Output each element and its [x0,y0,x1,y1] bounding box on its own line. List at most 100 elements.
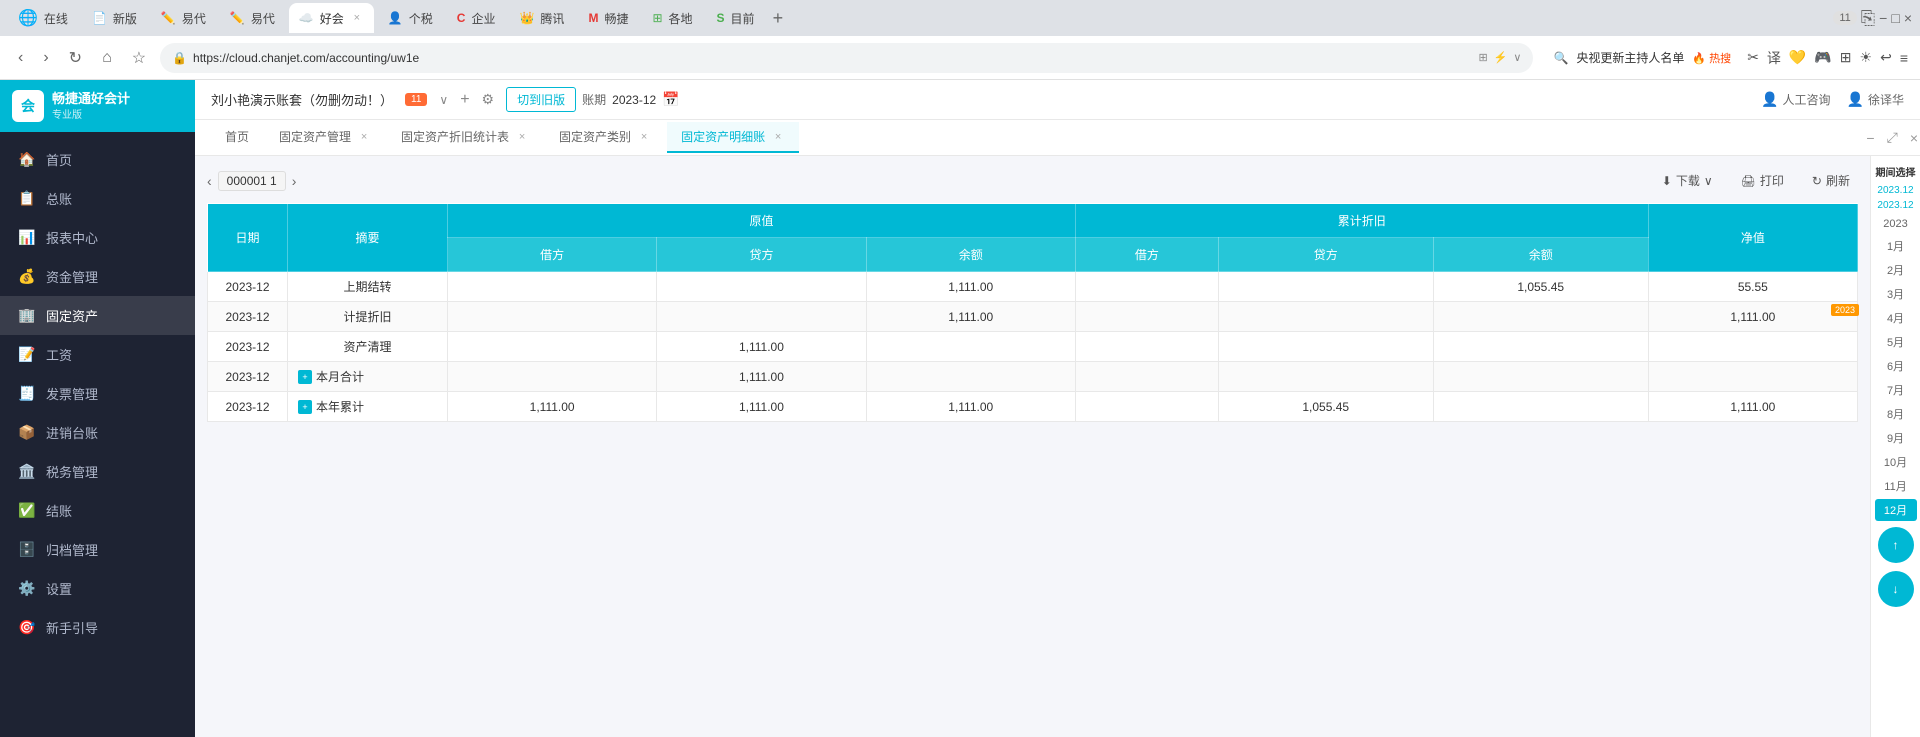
period-month-8[interactable]: 8月 [1875,403,1917,425]
cell-orig-credit [657,302,866,332]
close-category-tab[interactable]: × [637,130,651,144]
sidebar-item-finance[interactable]: 💰 资金管理 [0,257,195,296]
download-button[interactable]: ⬇ 下载 ∨ [1654,168,1721,193]
reload-button[interactable]: ↻ [63,46,88,70]
print-button[interactable]: 🖨 打印 [1733,168,1792,193]
undo-icon[interactable]: ↩ [1880,49,1892,66]
browser-tab-tencent[interactable]: 👑 腾讯 [509,3,574,33]
brightness-icon[interactable]: ☀ [1860,49,1873,66]
browser-tab-online[interactable]: 🌐 在线 [8,3,78,33]
address-bar[interactable]: 🔒 https://cloud.chanjet.com/accounting/u… [160,43,1533,73]
browser-tab-yidai2[interactable]: ✏️ 易代 [220,3,285,33]
back-button[interactable]: ‹ [12,47,29,69]
switch-version-button[interactable]: 切到旧版 [506,87,576,112]
sidebar-item-guide[interactable]: 🎯 新手引导 [0,608,195,647]
sidebar-label-ledger: 总账 [46,189,72,208]
add-company-button[interactable]: + [460,91,469,109]
tab-home[interactable]: 首页 [211,122,263,153]
scroll-up-button[interactable]: ↑ [1878,527,1914,563]
bookmark-button[interactable]: ☆ [126,46,152,70]
cell-orig-debit: 1,111.00 [448,392,657,422]
browser-tab-changjie[interactable]: M 畅捷 [578,3,638,33]
sidebar-item-home[interactable]: 🏠 首页 [0,140,195,179]
dropdown-chevron[interactable]: ∨ [439,93,448,107]
tax-icon: 🏛️ [18,463,36,481]
sidebar-item-archive[interactable]: 🗄️ 归档管理 [0,530,195,569]
tab-assets-category[interactable]: 固定资产类别 × [545,122,665,153]
tab-fixed-assets-mgmt[interactable]: 固定资产管理 × [265,122,385,153]
new-icon: 📄 [92,11,107,25]
period-month-4[interactable]: 4月 [1875,307,1917,329]
sidebar-item-invoice[interactable]: 🧾 发票管理 [0,374,195,413]
browser-tab-new[interactable]: 📄 新版 [82,3,147,33]
window-maximize[interactable]: □ [1891,10,1899,26]
close-detail-tab[interactable]: × [771,130,785,144]
period-month-9[interactable]: 9月 [1875,427,1917,449]
settings-btn[interactable]: ⚙ [482,91,495,108]
year-badge: 2023 [1831,304,1859,316]
scissors-icon[interactable]: ✂ [1747,49,1759,66]
browser-tab-haokuai[interactable]: ☁️ 好会 × [289,3,374,33]
hot-search-icon: 🔥 热搜 [1692,50,1731,66]
sidebar-item-payroll[interactable]: 📝 工资 [0,335,195,374]
sidebar-item-tax[interactable]: 🏛️ 税务管理 [0,452,195,491]
sidebar-logo: 会 畅捷通好会计 专业版 [0,80,195,132]
archive-icon: 🗄️ [18,541,36,559]
th-dep-debit: 借方 [1075,238,1218,272]
sidebar-item-general-ledger[interactable]: 📋 总账 [0,179,195,218]
close-depreciation-tab[interactable]: × [515,130,529,144]
period-year[interactable]: 2023 [1875,215,1917,233]
close-fixed-assets-tab[interactable]: × [357,130,371,144]
tab-close-haokuai[interactable]: × [350,11,364,25]
browser-tab-qiye[interactable]: C 企业 [447,3,506,33]
gamepad-icon[interactable]: 🎮 [1814,49,1831,66]
close-panel-icon[interactable]: × [1908,127,1920,148]
sidebar-item-fixed-assets[interactable]: 🏢 固定资产 [0,296,195,335]
window-close[interactable]: × [1904,10,1912,26]
forward-button[interactable]: › [37,47,54,69]
period-month-6[interactable]: 6月 [1875,355,1917,377]
home-button[interactable]: ⌂ [96,47,118,69]
new-tab-button[interactable]: + [769,8,788,29]
window-minimize[interactable]: − [1879,10,1887,26]
sidebar-label-guide: 新手引导 [46,618,98,637]
wallet-icon[interactable]: 💛 [1789,49,1806,66]
period-month-3[interactable]: 3月 [1875,283,1917,305]
browser-tab-gedi[interactable]: ⊞ 各地 [642,3,702,33]
period-month-11[interactable]: 11月 [1875,475,1917,497]
tab-list-icon[interactable]: ⎘ [1861,8,1875,29]
sidebar-item-settings[interactable]: ⚙️ 设置 [0,569,195,608]
sidebar-item-close-accounts[interactable]: ✅ 结账 [0,491,195,530]
sidebar-item-purchase-sales[interactable]: 📦 进销台账 [0,413,195,452]
tab-label: 各地 [669,10,693,27]
grid-icon[interactable]: ⊞ [1840,49,1852,66]
period-month-1[interactable]: 1月 [1875,235,1917,257]
minimize-icon[interactable]: − [1864,127,1876,148]
sidebar-item-reports[interactable]: 📊 报表中心 [0,218,195,257]
tab-assets-detail[interactable]: 固定资产明细账 × [667,122,799,153]
user-button[interactable]: 👤 徐译华 [1847,91,1904,108]
tab-depreciation-table[interactable]: 固定资产折旧统计表 × [387,122,543,153]
prev-page-button[interactable]: ‹ [207,173,212,189]
period-month-10[interactable]: 10月 [1875,451,1917,473]
period-month-7[interactable]: 7月 [1875,379,1917,401]
refresh-button[interactable]: ↻ 刷新 [1804,168,1858,193]
sidebar-label-close: 结账 [46,501,72,520]
period-month-12[interactable]: 12月 [1875,499,1917,521]
browser-tab-muqian[interactable]: S 目前 [707,3,765,33]
menu-icon[interactable]: ≡ [1900,50,1908,66]
th-summary: 摘要 [288,204,448,272]
cell-orig-debit [448,302,657,332]
browser-tab-yidai1[interactable]: ✏️ 易代 [151,3,216,33]
period-month-5[interactable]: 5月 [1875,331,1917,353]
yidai-icon: ✏️ [161,11,176,25]
browser-tab-geshui[interactable]: 👤 个税 [378,3,443,33]
period-month-2[interactable]: 2月 [1875,259,1917,281]
dropdown-icon[interactable]: ∨ [1513,51,1521,64]
next-page-button[interactable]: › [292,173,297,189]
maximize-icon[interactable]: ⤢ [1885,127,1900,148]
service-button[interactable]: 👤 人工咨询 [1761,91,1830,108]
calendar-icon[interactable]: 📅 [662,91,679,108]
translate-icon[interactable]: 译 [1767,48,1781,68]
scroll-down-button[interactable]: ↓ [1878,571,1914,607]
